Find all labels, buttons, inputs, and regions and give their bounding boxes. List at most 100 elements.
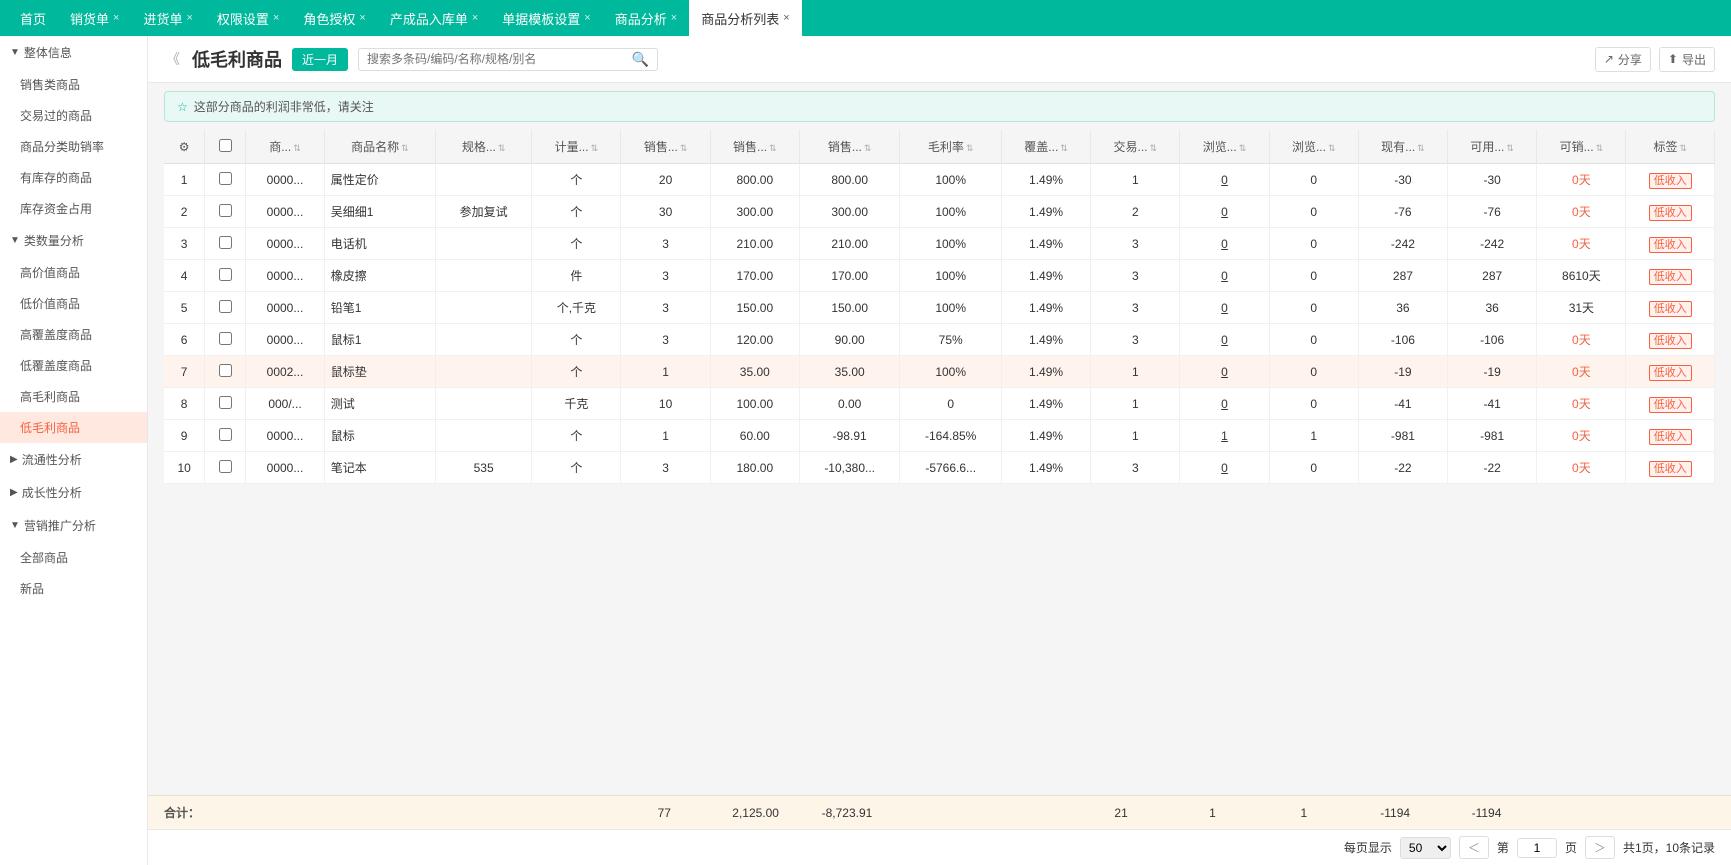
col-settings[interactable]: ⚙ (164, 130, 205, 164)
row-select-checkbox[interactable] (219, 172, 232, 185)
col-tag[interactable]: 标签⇅ (1626, 130, 1715, 164)
row-view1[interactable]: 0 (1180, 388, 1269, 420)
row-checkbox[interactable] (205, 324, 246, 356)
row-view1[interactable]: 0 (1180, 260, 1269, 292)
nav-role-auth[interactable]: 角色授权 × (291, 0, 377, 36)
page-number-input[interactable] (1517, 838, 1557, 858)
close-icon[interactable]: × (783, 12, 789, 24)
row-select-checkbox[interactable] (219, 332, 232, 345)
row-view2: 0 (1269, 260, 1358, 292)
close-icon[interactable]: × (359, 12, 365, 24)
sidebar-group-liquidity[interactable]: ▶ 流通性分析 (0, 443, 147, 476)
per-page-select[interactable]: 50 100 (1400, 837, 1451, 859)
sidebar-item-stock-goods[interactable]: 有库存的商品 (0, 162, 147, 193)
col-name[interactable]: 商品名称⇅ (324, 130, 435, 164)
row-view1[interactable]: 0 (1180, 324, 1269, 356)
nav-purchase-order[interactable]: 进货单 × (131, 0, 204, 36)
nav-sales-order[interactable]: 销货单 × (58, 0, 131, 36)
col-view1[interactable]: 浏览...⇅ (1180, 130, 1269, 164)
sidebar-item-sales-goods[interactable]: 销售类商品 (0, 69, 147, 100)
close-icon[interactable]: × (584, 12, 590, 24)
prev-page-button[interactable]: ＜ (1459, 836, 1489, 859)
collapse-sidebar-button[interactable]: 《 (164, 47, 182, 71)
row-select-checkbox[interactable] (219, 428, 232, 441)
close-icon[interactable]: × (113, 12, 119, 24)
col-code[interactable]: 商...⇅ (246, 130, 324, 164)
col-coverage[interactable]: 覆盖...⇅ (1001, 130, 1090, 164)
row-checkbox[interactable] (205, 292, 246, 324)
sidebar-item-inventory-capital[interactable]: 库存资金占用 (0, 193, 147, 224)
col-spec[interactable]: 规格...⇅ (436, 130, 532, 164)
row-view1[interactable]: 0 (1180, 164, 1269, 196)
row-view1[interactable]: 1 (1180, 420, 1269, 452)
nav-finished-goods[interactable]: 产成品入库单 × (378, 0, 490, 36)
row-checkbox[interactable] (205, 260, 246, 292)
col-transaction[interactable]: 交易...⇅ (1091, 130, 1180, 164)
row-checkbox[interactable] (205, 164, 246, 196)
table-row: 6 0000... 鼠标1 个 3 120.00 90.00 75% 1.49%… (164, 324, 1715, 356)
export-button[interactable]: ⬆ 导出 (1659, 47, 1715, 72)
share-button[interactable]: ↗ 分享 (1595, 47, 1651, 72)
row-select-checkbox[interactable] (219, 268, 232, 281)
sidebar-item-all-goods[interactable]: 全部商品 (0, 542, 147, 573)
select-all-checkbox[interactable] (219, 139, 232, 152)
row-view2: 0 (1269, 324, 1358, 356)
content-area: 《 低毛利商品 近一月 🔍 ↗ 分享 ⬆ 导出 ☆ 这部分商品的利润非常低， (148, 36, 1731, 865)
sidebar-item-high-value[interactable]: 高价值商品 (0, 257, 147, 288)
period-button[interactable]: 近一月 (292, 48, 348, 71)
col-available[interactable]: 可用...⇅ (1448, 130, 1537, 164)
sidebar-group-growth[interactable]: ▶ 成长性分析 (0, 476, 147, 509)
sidebar-item-traded-goods[interactable]: 交易过的商品 (0, 100, 147, 131)
sidebar-item-high-coverage[interactable]: 高覆盖度商品 (0, 319, 147, 350)
sidebar-item-low-coverage[interactable]: 低覆盖度商品 (0, 350, 147, 381)
row-view1[interactable]: 0 (1180, 196, 1269, 228)
sidebar-group-quantity[interactable]: ▼ 类数量分析 (0, 224, 147, 257)
search-icon[interactable]: 🔍 (632, 51, 649, 68)
nav-product-analysis[interactable]: 商品分析 × (603, 0, 689, 36)
row-checkbox[interactable] (205, 452, 246, 484)
row-select-checkbox[interactable] (219, 300, 232, 313)
nav-template-settings[interactable]: 单据模板设置 × (490, 0, 602, 36)
nav-permission-settings[interactable]: 权限设置 × (205, 0, 291, 36)
row-checkbox[interactable] (205, 388, 246, 420)
col-saleable[interactable]: 可销...⇅ (1537, 130, 1626, 164)
row-select-checkbox[interactable] (219, 396, 232, 409)
row-checkbox[interactable] (205, 356, 246, 388)
sidebar-item-new-goods[interactable]: 新品 (0, 573, 147, 604)
row-checkbox[interactable] (205, 196, 246, 228)
col-sales-profit[interactable]: 销售...⇅ (799, 130, 899, 164)
row-select-checkbox[interactable] (219, 204, 232, 217)
sidebar-group-overall[interactable]: ▼ 整体信息 (0, 36, 147, 69)
col-unit[interactable]: 计量...⇅ (532, 130, 621, 164)
close-icon[interactable]: × (186, 12, 192, 24)
col-gross-rate[interactable]: 毛利率⇅ (900, 130, 1002, 164)
row-select-checkbox[interactable] (219, 364, 232, 377)
row-checkbox[interactable] (205, 228, 246, 260)
row-select-checkbox[interactable] (219, 236, 232, 249)
col-sales-qty[interactable]: 销售...⇅ (621, 130, 710, 164)
row-select-checkbox[interactable] (219, 460, 232, 473)
search-input[interactable] (367, 52, 632, 66)
row-checkbox[interactable] (205, 420, 246, 452)
sidebar-group-marketing[interactable]: ▼ 营销推广分析 (0, 509, 147, 542)
col-sales-amount[interactable]: 销售...⇅ (710, 130, 799, 164)
sidebar-item-category-sales[interactable]: 商品分类助销率 (0, 131, 147, 162)
sidebar-item-high-margin[interactable]: 高毛利商品 (0, 381, 147, 412)
row-view1[interactable]: 0 (1180, 452, 1269, 484)
next-page-button[interactable]: ＞ (1585, 836, 1615, 859)
close-icon[interactable]: × (671, 12, 677, 24)
col-view2[interactable]: 浏览...⇅ (1269, 130, 1358, 164)
row-view1[interactable]: 0 (1180, 356, 1269, 388)
close-icon[interactable]: × (273, 12, 279, 24)
col-current-stock[interactable]: 现有...⇅ (1358, 130, 1447, 164)
row-view1[interactable]: 0 (1180, 292, 1269, 324)
close-icon[interactable]: × (472, 12, 478, 24)
row-view1[interactable]: 0 (1180, 228, 1269, 260)
nav-product-analysis-list[interactable]: 商品分析列表 × (689, 0, 801, 36)
sidebar-item-low-value[interactable]: 低价值商品 (0, 288, 147, 319)
row-code: 0000... (246, 260, 324, 292)
sidebar-item-low-margin[interactable]: 低毛利商品 (0, 412, 147, 443)
nav-home[interactable]: 首页 (8, 0, 58, 36)
col-checkbox[interactable] (205, 130, 246, 164)
row-gross-rate: 75% (900, 324, 1002, 356)
